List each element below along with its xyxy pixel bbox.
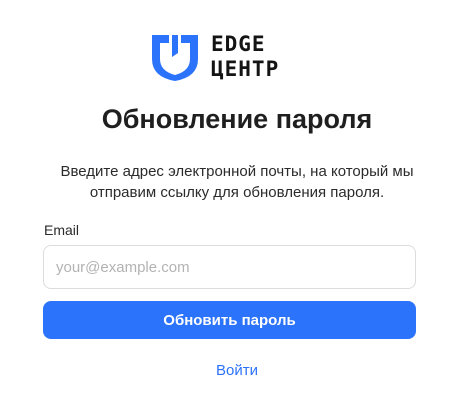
brand-logo: EDGE ЦЕНТР <box>150 30 312 82</box>
page-title: Обновление пароля <box>101 104 373 134</box>
email-field[interactable] <box>43 245 416 289</box>
login-link[interactable]: Войти <box>0 362 474 379</box>
logo-line-2: ЦЕНТР <box>211 57 280 81</box>
update-password-button[interactable]: Обновить пароль <box>43 301 416 339</box>
logo-line-1: EDGE <box>211 32 266 56</box>
logo-wordmark: EDGE ЦЕНТР <box>211 32 279 82</box>
edge-center-logo-icon <box>152 35 198 81</box>
instruction-text: Введите адрес электронной почты, на кото… <box>60 163 414 201</box>
email-label: Email <box>44 222 80 238</box>
